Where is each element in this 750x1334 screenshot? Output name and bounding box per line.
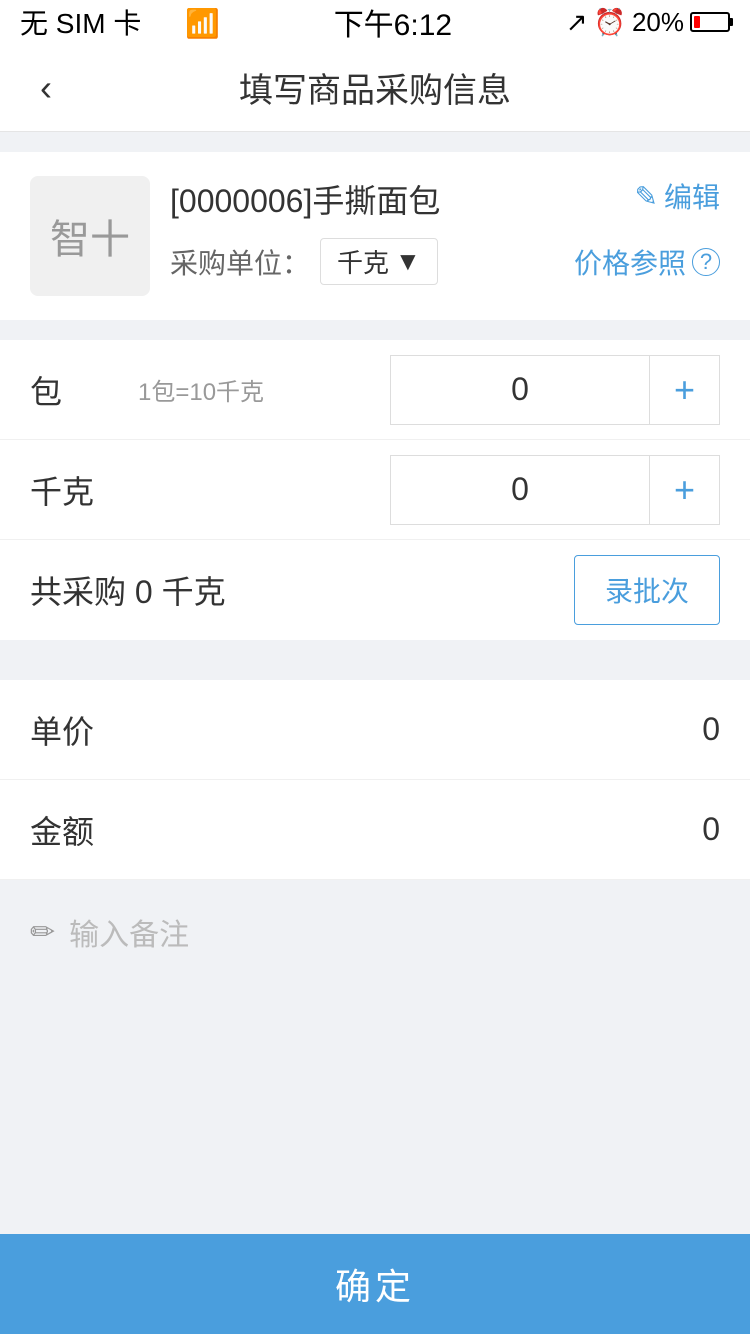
edit-button[interactable]: ✎ 编辑 [635, 176, 720, 216]
battery-indicator [690, 12, 730, 32]
bao-row: 包 1包=10千克 + [0, 340, 750, 440]
unit-price-label: 单价 [30, 707, 94, 753]
amount-value: 0 [702, 811, 720, 848]
question-icon: ? [692, 248, 720, 276]
location-icon: ↗ [566, 7, 588, 38]
kg-row: 千克 + [0, 440, 750, 540]
page-title: 填写商品采购信息 [239, 63, 511, 112]
status-bar-time: 下午6:12 [334, 0, 452, 44]
note-placeholder: 输入备注 [69, 910, 189, 954]
unit-label-text: 采购单位： [170, 242, 310, 282]
no-sim-text: 无 SIM 卡 [20, 8, 141, 39]
edit-icon: ✎ [635, 180, 658, 213]
product-meta: 采购单位： 千克 ▼ 价格参照 ? [170, 238, 720, 285]
bao-sublabel: 1包=10千克 [138, 372, 264, 407]
product-info: [0000006]手撕面包 ✎ 编辑 采购单位： 千克 ▼ 价格参照 ? [170, 176, 720, 285]
product-card: 智十 [0000006]手撕面包 ✎ 编辑 采购单位： 千克 ▼ 价格参照 ? [0, 152, 750, 320]
divider-1 [0, 320, 750, 340]
kg-plus-button[interactable]: + [650, 455, 720, 525]
unit-value: 千克 [337, 243, 389, 280]
kg-input[interactable] [390, 455, 650, 525]
unit-label-group: 采购单位： 千克 ▼ [170, 238, 438, 285]
price-section: 单价 0 金额 0 [0, 680, 750, 880]
status-bar: 无 SIM 卡 📶 下午6:12 ↗ ⏰ 20% [0, 0, 750, 44]
kg-label: 千克 [30, 467, 130, 513]
unit-price-row: 单价 0 [0, 680, 750, 780]
alarm-icon: ⏰ [594, 7, 626, 38]
note-section[interactable]: ✏ 输入备注 [0, 880, 750, 984]
amount-label: 金额 [30, 807, 94, 853]
status-bar-right: ↗ ⏰ 20% [566, 7, 730, 38]
unit-price-value: 0 [702, 711, 720, 748]
bao-input[interactable] [390, 355, 650, 425]
unit-select[interactable]: 千克 ▼ [320, 238, 438, 285]
bao-plus-button[interactable]: + [650, 355, 720, 425]
product-header: [0000006]手撕面包 ✎ 编辑 [170, 176, 720, 222]
product-name: [0000006]手撕面包 [170, 176, 440, 222]
nav-bar: ‹ 填写商品采购信息 [0, 44, 750, 132]
back-button[interactable]: ‹ [30, 57, 62, 119]
content-spacer [0, 984, 750, 1234]
summary-text: 共采购 0 千克 [30, 567, 226, 613]
price-ref-button[interactable]: 价格参照 ? [574, 242, 720, 282]
summary-row: 共采购 0 千克 录批次 [0, 540, 750, 640]
quantity-section: 包 1包=10千克 + 千克 + [0, 340, 750, 540]
confirm-button[interactable]: 确定 [0, 1234, 750, 1334]
kg-input-group: + [390, 455, 720, 525]
bao-label: 包 [30, 367, 130, 413]
status-bar-left: 无 SIM 卡 📶 [20, 2, 220, 42]
edit-label: 编辑 [664, 176, 720, 216]
chevron-down-icon: ▼ [395, 246, 421, 277]
product-image: 智十 [30, 176, 150, 296]
pencil-icon: ✏ [30, 915, 55, 950]
battery-percent: 20% [632, 7, 684, 38]
amount-row: 金额 0 [0, 780, 750, 880]
price-ref-label: 价格参照 [574, 242, 686, 282]
batch-button[interactable]: 录批次 [574, 555, 720, 625]
wifi-icon: 📶 [157, 8, 220, 39]
bao-input-group: + [390, 355, 720, 425]
product-logo-text: 智十 [50, 207, 130, 265]
divider-2 [0, 640, 750, 660]
